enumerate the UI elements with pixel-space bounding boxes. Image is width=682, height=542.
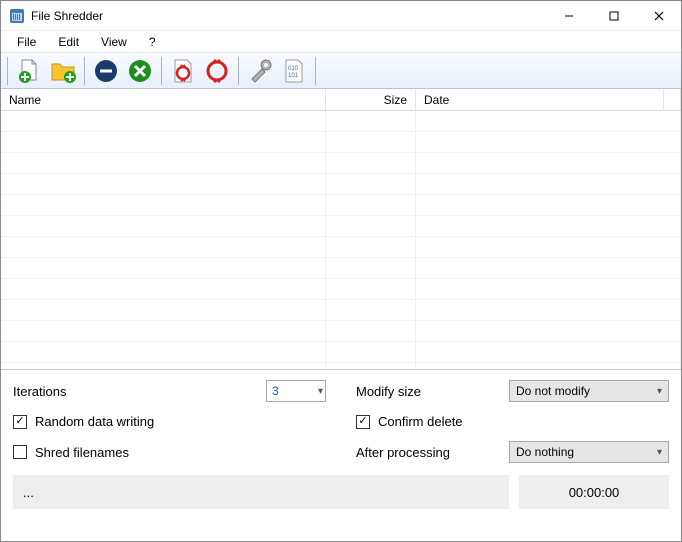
status-text: ... — [13, 475, 509, 509]
random-writing-label: Random data writing — [35, 414, 154, 429]
random-writing-checkbox[interactable]: ✓ — [13, 415, 27, 429]
add-file-button[interactable] — [14, 56, 44, 86]
modify-size-combo[interactable]: Do not modify ▾ — [509, 380, 669, 402]
menubar: File Edit View ? — [1, 31, 681, 53]
shred-page-button[interactable] — [168, 56, 198, 86]
maximize-button[interactable] — [591, 1, 636, 31]
column-date[interactable]: Date — [416, 89, 664, 110]
list-header: Name Size Date — [1, 89, 681, 111]
chevron-down-icon: ▾ — [657, 386, 662, 397]
remove-button[interactable] — [91, 56, 121, 86]
clear-button[interactable] — [125, 56, 155, 86]
shred-filenames-checkbox[interactable] — [13, 445, 27, 459]
menu-help[interactable]: ? — [139, 33, 166, 51]
chevron-down-icon: ▾ — [318, 386, 323, 397]
iterations-label: Iterations — [13, 384, 258, 399]
shred-all-button[interactable] — [202, 56, 232, 86]
column-size[interactable]: Size — [326, 89, 416, 110]
binary-button[interactable]: 010 101 — [279, 56, 309, 86]
shred-filenames-label: Shred filenames — [35, 445, 129, 460]
menu-edit[interactable]: Edit — [48, 33, 89, 51]
status-time: 00:00:00 — [519, 475, 669, 509]
iterations-spinner[interactable]: 3 ▾ — [266, 380, 326, 402]
settings-button[interactable] — [245, 56, 275, 86]
titlebar: File Shredder — [1, 1, 681, 31]
menu-view[interactable]: View — [91, 33, 137, 51]
app-icon — [9, 8, 25, 24]
modify-size-label: Modify size — [356, 384, 501, 399]
svg-text:010: 010 — [288, 66, 299, 72]
add-folder-button[interactable] — [48, 56, 78, 86]
svg-text:101: 101 — [288, 73, 299, 79]
menu-file[interactable]: File — [7, 33, 46, 51]
minimize-button[interactable] — [546, 1, 591, 31]
options-panel: Iterations 3 ▾ Modify size Do not modify… — [1, 369, 681, 517]
confirm-delete-label: Confirm delete — [378, 414, 463, 429]
column-name[interactable]: Name — [1, 89, 326, 110]
toolbar: 010 101 — [1, 53, 681, 89]
file-list[interactable] — [1, 111, 681, 369]
after-processing-label: After processing — [356, 445, 501, 460]
close-button[interactable] — [636, 1, 681, 31]
window-title: File Shredder — [31, 9, 103, 23]
confirm-delete-checkbox[interactable]: ✓ — [356, 415, 370, 429]
iterations-value: 3 — [272, 384, 279, 398]
after-processing-combo[interactable]: Do nothing ▾ — [509, 441, 669, 463]
chevron-down-icon: ▾ — [657, 447, 662, 458]
